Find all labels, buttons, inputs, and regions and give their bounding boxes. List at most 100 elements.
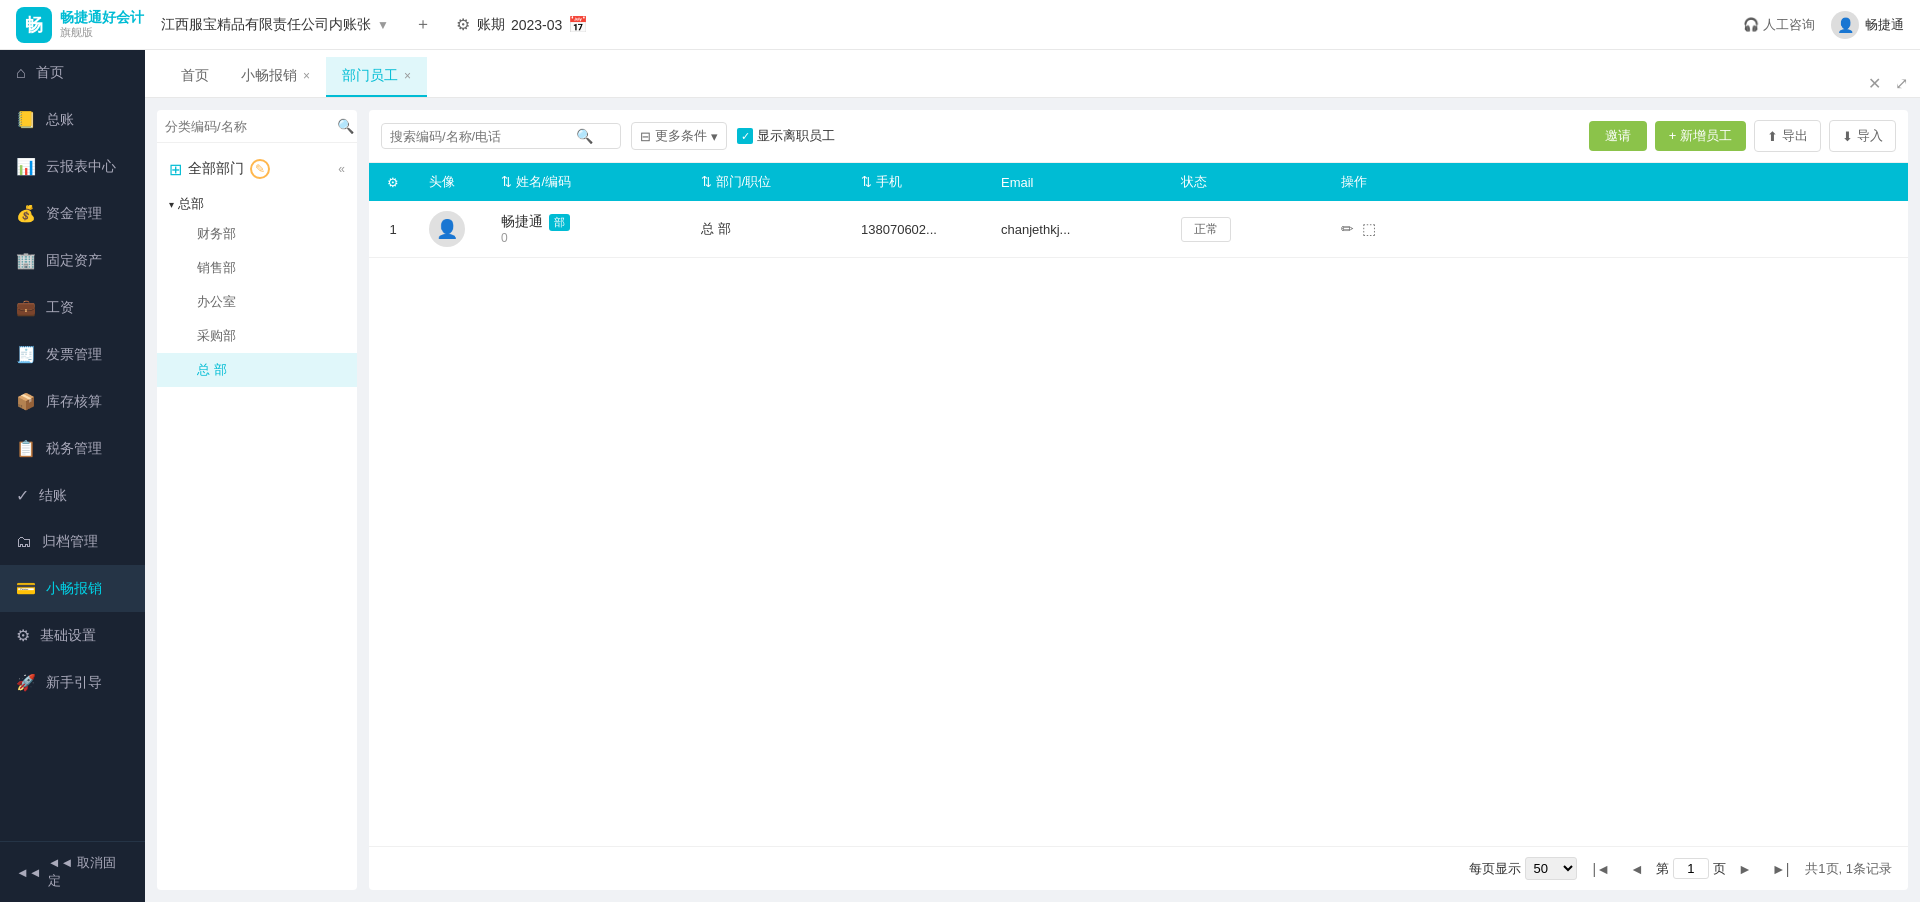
- emp-name: 畅捷通: [501, 213, 543, 231]
- col-dept-pos[interactable]: ⇅ 部门/职位: [689, 163, 849, 201]
- emp-search-icon[interactable]: 🔍: [576, 128, 593, 144]
- col-settings[interactable]: ⚙: [369, 163, 417, 201]
- row-email: chanjethkj...: [989, 201, 1169, 258]
- top-bar: 畅 畅捷通好会计 旗舰版 江西服宝精品有限责任公司内账张 ▼ ＋ ⚙ 账期 20…: [0, 0, 1920, 50]
- tab-dept-emp-label: 部门员工: [342, 67, 398, 85]
- row-num: 1: [369, 201, 417, 258]
- filter-button[interactable]: ⊟ 更多条件 ▾: [631, 122, 727, 150]
- row-phone: 138070602...: [849, 201, 989, 258]
- sidebar-item-label: 基础设置: [40, 627, 96, 645]
- dept-all-label: 全部部门: [188, 160, 244, 178]
- reports-icon: 📊: [16, 157, 36, 176]
- page-unit: 页: [1713, 860, 1726, 878]
- emp-search-input[interactable]: [390, 129, 570, 144]
- top-bar-actions: ＋ ⚙: [409, 11, 477, 39]
- per-page-select[interactable]: 50 100 200: [1525, 857, 1577, 880]
- sidebar-item-ledger[interactable]: 📒 总账: [0, 96, 145, 143]
- first-page-button[interactable]: |◄: [1585, 858, 1619, 880]
- logout-icon[interactable]: ⬚: [1362, 220, 1376, 238]
- close-tab-icon[interactable]: ✕: [1864, 70, 1885, 97]
- tab-expense-close-icon[interactable]: ×: [303, 69, 310, 83]
- sidebar-item-label: 发票管理: [46, 346, 102, 364]
- tab-expense[interactable]: 小畅报销 ×: [225, 57, 326, 97]
- dept-parent-row[interactable]: ▾ 总部: [157, 187, 357, 217]
- sidebar-item-archive[interactable]: 🗂 归档管理: [0, 519, 145, 565]
- salary-icon: 💼: [16, 298, 36, 317]
- col-phone[interactable]: ⇅ 手机: [849, 163, 989, 201]
- sidebar-item-fixed[interactable]: 🏢 固定资产: [0, 237, 145, 284]
- company-selector[interactable]: 江西服宝精品有限责任公司内账张 ▼: [161, 16, 389, 34]
- cancel-fixed-button[interactable]: ◄◄ ◄◄ 取消固定: [0, 841, 145, 902]
- filter-icon: ⊟: [640, 129, 651, 144]
- dept-collapse-icon[interactable]: «: [338, 162, 345, 176]
- settings-icon[interactable]: ⚙: [449, 11, 477, 39]
- sidebar-item-tax[interactable]: 📋 税务管理: [0, 425, 145, 472]
- dept-node-sales[interactable]: 销售部: [157, 251, 357, 285]
- emp-email: chanjethkj...: [1001, 222, 1070, 237]
- archive-icon: 🗂: [16, 533, 32, 551]
- dept-all-row[interactable]: ⊞ 全部部门 ✎ «: [157, 151, 357, 187]
- tab-dept-emp[interactable]: 部门员工 ×: [326, 57, 427, 97]
- show-resigned-toggle[interactable]: ✓ 显示离职员工: [737, 127, 835, 145]
- dept-node-office[interactable]: 办公室: [157, 285, 357, 319]
- invite-button[interactable]: 邀请: [1589, 121, 1647, 151]
- export-button[interactable]: ⬆ 导出: [1754, 120, 1821, 152]
- sidebar-item-invoice[interactable]: 🧾 发票管理: [0, 331, 145, 378]
- emp-table: ⚙ 头像 ⇅ 姓名/编码 ⇅ 部门/职位 ⇅ 手机 Email 状态 操作: [369, 163, 1908, 846]
- show-resigned-checkbox-icon: ✓: [737, 128, 753, 144]
- sidebar-item-funds[interactable]: 💰 资金管理: [0, 190, 145, 237]
- user-name: 畅捷通: [1865, 16, 1904, 34]
- sidebar-item-label: 小畅报销: [46, 580, 102, 598]
- user-area[interactable]: 👤 畅捷通: [1831, 11, 1904, 39]
- dept-badge: 部: [549, 214, 570, 231]
- prev-page-button[interactable]: ◄: [1622, 858, 1652, 880]
- add-button[interactable]: ＋: [409, 11, 437, 39]
- sidebar-item-salary[interactable]: 💼 工资: [0, 284, 145, 331]
- page-label: 第: [1656, 860, 1669, 878]
- page-content: 🔍 ⊞ 全部部门 ✎ « ▾ 总部 财务部 销售部 办公室: [145, 98, 1920, 902]
- period-value: 2023-03: [511, 17, 562, 33]
- sidebar-item-reports[interactable]: 📊 云报表中心: [0, 143, 145, 190]
- sidebar-item-label: 资金管理: [46, 205, 102, 223]
- dept-tree: ⊞ 全部部门 ✎ « ▾ 总部 财务部 销售部 办公室 采购部 总 部: [157, 143, 357, 890]
- logo-text: 畅捷通好会计: [60, 9, 144, 26]
- sidebar-item-settings[interactable]: ⚙ 基础设置: [0, 612, 145, 659]
- sidebar-item-label: 总账: [46, 111, 74, 129]
- dept-search-input[interactable]: [165, 119, 333, 134]
- sidebar-item-label: 归档管理: [42, 533, 98, 551]
- sidebar-item-guide[interactable]: 🚀 新手引导: [0, 659, 145, 706]
- export-label: 导出: [1782, 127, 1808, 145]
- grid-icon: ⊞: [169, 160, 182, 179]
- expand-tab-icon[interactable]: ⤢: [1891, 70, 1912, 97]
- sidebar-item-home[interactable]: ⌂ 首页: [0, 50, 145, 96]
- calendar-icon[interactable]: 📅: [568, 15, 588, 34]
- dept-search-icon[interactable]: 🔍: [337, 118, 354, 134]
- dept-node-general[interactable]: 总 部: [157, 353, 357, 387]
- sidebar-item-checkout[interactable]: ✓ 结账: [0, 472, 145, 519]
- emp-search-box: 🔍: [381, 123, 621, 149]
- dept-node-procurement[interactable]: 采购部: [157, 319, 357, 353]
- tab-dept-emp-close-icon[interactable]: ×: [404, 69, 411, 83]
- col-avatar: 头像: [417, 163, 489, 201]
- col-name-code[interactable]: ⇅ 姓名/编码: [489, 163, 689, 201]
- dept-node-finance[interactable]: 财务部: [157, 217, 357, 251]
- dept-edit-circle-icon[interactable]: ✎: [250, 159, 270, 179]
- add-employee-button[interactable]: + 新增员工: [1655, 121, 1746, 151]
- headset-icon: 🎧: [1743, 17, 1759, 32]
- support-button[interactable]: 🎧 人工咨询: [1743, 16, 1815, 34]
- sidebar-item-expense[interactable]: 💳 小畅报销: [0, 565, 145, 612]
- triangle-icon: ▾: [169, 199, 174, 210]
- last-page-button[interactable]: ►|: [1764, 858, 1798, 880]
- row-name-code: 畅捷通 部 0: [489, 201, 689, 258]
- page-number-input[interactable]: [1673, 858, 1709, 879]
- import-button[interactable]: ⬇ 导入: [1829, 120, 1896, 152]
- edit-icon[interactable]: ✏: [1341, 220, 1354, 238]
- logo-area: 畅 畅捷通好会计 旗舰版: [16, 7, 161, 43]
- next-page-button[interactable]: ►: [1730, 858, 1760, 880]
- sidebar-item-inventory[interactable]: 📦 库存核算: [0, 378, 145, 425]
- sidebar-item-label: 库存核算: [46, 393, 102, 411]
- filter-chevron-icon: ▾: [711, 129, 718, 144]
- col-status: 状态: [1169, 163, 1329, 201]
- tab-home[interactable]: 首页: [165, 57, 225, 97]
- sidebar-item-label: 新手引导: [46, 674, 102, 692]
